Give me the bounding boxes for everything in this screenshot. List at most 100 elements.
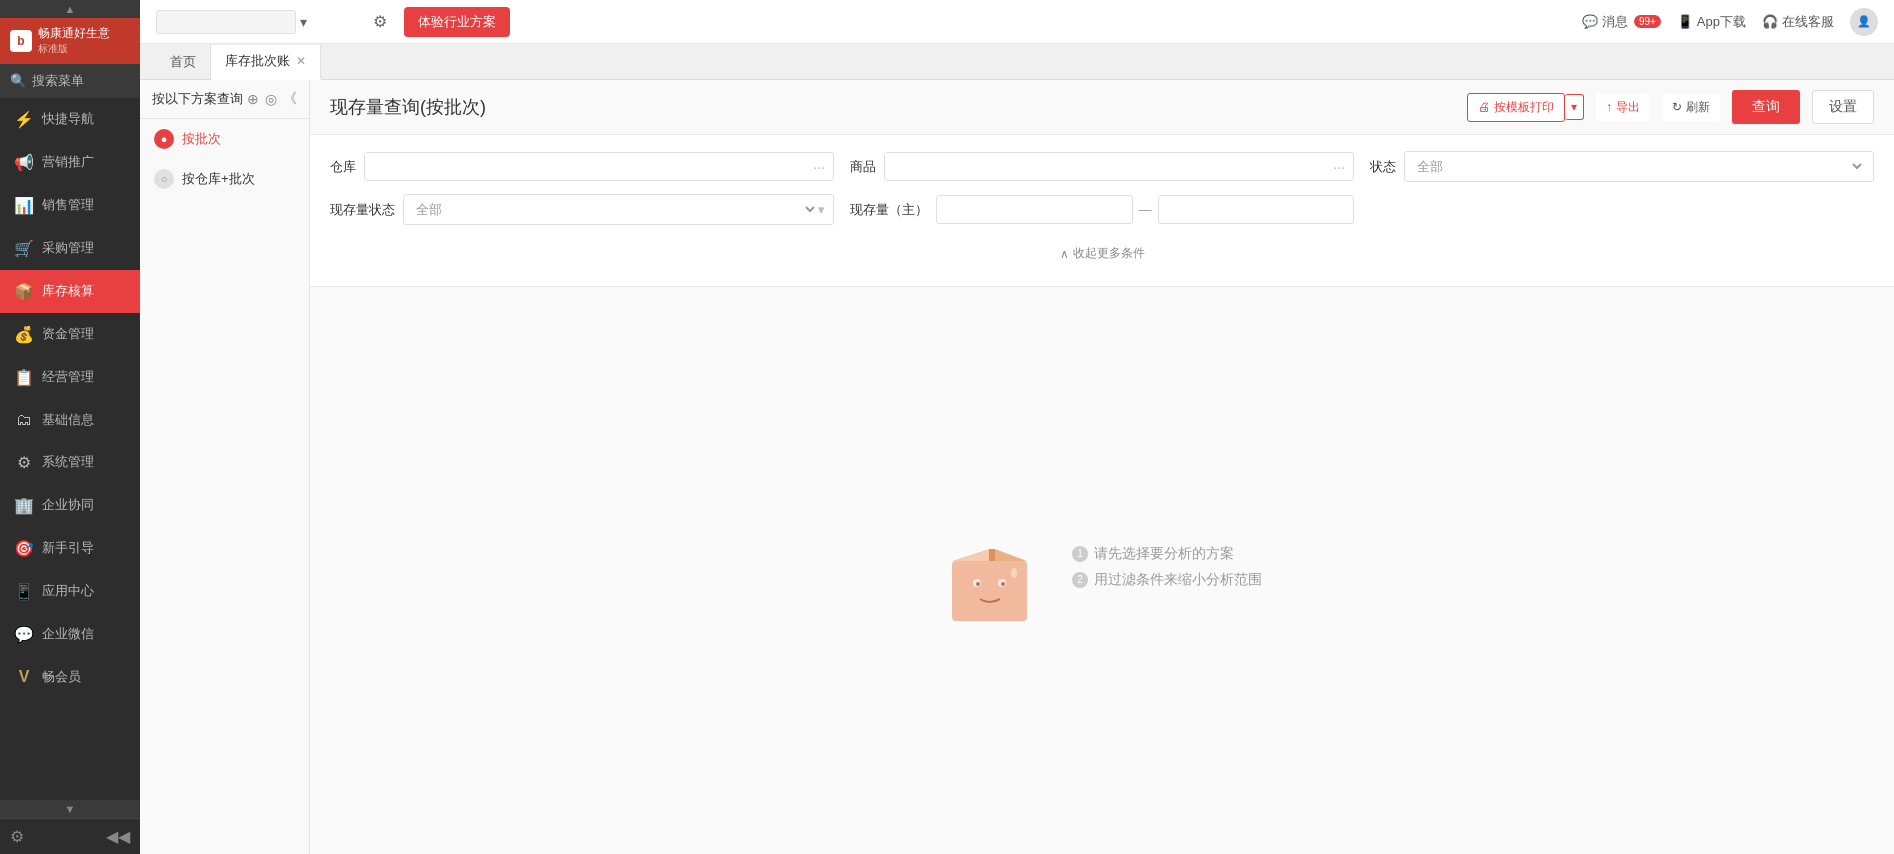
sidebar-label-system: 系统管理 bbox=[42, 453, 94, 471]
sidebar-item-enterprise[interactable]: 🏢 企业协同 bbox=[0, 484, 140, 527]
sidebar-item-finance[interactable]: 💰 资金管理 bbox=[0, 313, 140, 356]
quantity-from-input[interactable] bbox=[936, 195, 1133, 224]
svg-rect-3 bbox=[989, 549, 995, 561]
app-download-action[interactable]: 📱 App下载 bbox=[1677, 13, 1746, 31]
tab-close-btn[interactable]: ✕ bbox=[296, 55, 306, 67]
scheme-by-batch-label: 按批次 bbox=[182, 130, 221, 148]
marketing-icon: 📢 bbox=[14, 153, 34, 172]
topbar-search-input[interactable] bbox=[156, 10, 296, 34]
status-label: 状态 bbox=[1370, 158, 1396, 176]
sidebar-label-vip: 畅会员 bbox=[42, 668, 81, 686]
filter-panel-header: 按以下方案查询 ⊕ ◎ 《 bbox=[140, 80, 309, 119]
quick-nav-icon: ⚡ bbox=[14, 110, 34, 129]
settings-gear-icon[interactable]: ⚙ bbox=[10, 827, 24, 846]
add-scheme-icon[interactable]: ⊕ bbox=[247, 91, 259, 107]
sidebar-label-new-guide: 新手引导 bbox=[42, 539, 94, 557]
warehouse-input[interactable] bbox=[365, 153, 805, 180]
product-input[interactable] bbox=[885, 153, 1325, 180]
sidebar-item-app-center[interactable]: 📱 应用中心 bbox=[0, 570, 140, 613]
sidebar-scroll-down[interactable]: ▼ bbox=[0, 800, 140, 818]
phone-icon: 📱 bbox=[1677, 14, 1693, 29]
sidebar-item-system[interactable]: ⚙ 系统管理 bbox=[0, 441, 140, 484]
messages-label: 消息 bbox=[1602, 13, 1628, 31]
page-header: 现存量查询(按批次) 🖨 按模板打印 ▾ ↑ 导出 ↻ bbox=[310, 80, 1894, 135]
industry-btn[interactable]: 体验行业方案 bbox=[404, 7, 510, 37]
filter-quantity-field: 现存量（主） — bbox=[850, 195, 1354, 224]
settings-btn[interactable]: 设置 bbox=[1812, 90, 1874, 124]
operations-icon: 📋 bbox=[14, 368, 34, 387]
svg-marker-1 bbox=[952, 549, 989, 561]
status-select-wrapper: 全部 正常 停用 bbox=[1404, 151, 1874, 182]
dropdown-icon: ▾ bbox=[818, 202, 825, 217]
empty-state: 1 请先选择要分析的方案 2 用过滤条件来缩小分析范围 bbox=[310, 287, 1894, 854]
tab-inventory-batch-label: 库存批次账 bbox=[225, 52, 290, 70]
topbar-settings-btn[interactable]: ⚙ bbox=[366, 8, 394, 36]
print-btn[interactable]: 🖨 按模板打印 bbox=[1467, 93, 1565, 122]
print-dropdown-btn[interactable]: ▾ bbox=[1565, 94, 1584, 120]
sidebar-label-enterprise: 企业协同 bbox=[42, 496, 94, 514]
new-guide-icon: 🎯 bbox=[14, 539, 34, 558]
main-area: ▾ ⚙ 体验行业方案 💬 消息 99+ 📱 App下载 🎧 在线客服 👤 bbox=[140, 0, 1894, 854]
search-label: 搜索菜单 bbox=[32, 72, 84, 90]
scheme-by-warehouse-batch[interactable]: ○ 按仓库+批次 bbox=[140, 159, 309, 199]
sidebar-item-enterprise-wechat[interactable]: 💬 企业微信 bbox=[0, 613, 140, 656]
basic-info-icon: 🗂 bbox=[14, 411, 34, 429]
sidebar-label-inventory: 库存核算 bbox=[42, 282, 94, 300]
messages-action[interactable]: 💬 消息 99+ bbox=[1582, 13, 1661, 31]
sales-icon: 📊 bbox=[14, 196, 34, 215]
svg-marker-2 bbox=[995, 549, 1027, 561]
warehouse-input-wrapper: ··· bbox=[364, 152, 834, 181]
sidebar-item-inventory[interactable]: 📦 库存核算 bbox=[0, 270, 140, 313]
refresh-btn[interactable]: ↻ 刷新 bbox=[1662, 94, 1720, 121]
tab-home[interactable]: 首页 bbox=[156, 44, 211, 79]
sidebar-label-operations: 经营管理 bbox=[42, 368, 94, 386]
topbar: ▾ ⚙ 体验行业方案 💬 消息 99+ 📱 App下载 🎧 在线客服 👤 bbox=[140, 0, 1894, 44]
filter-form: 仓库 ··· 商品 ··· 状态 bbox=[310, 135, 1894, 287]
scheme-by-batch[interactable]: ● 按批次 bbox=[140, 119, 309, 159]
product-more-icon[interactable]: ··· bbox=[1325, 159, 1353, 175]
sidebar-item-quick-nav[interactable]: ⚡ 快捷导航 bbox=[0, 98, 140, 141]
tip-1: 1 请先选择要分析的方案 bbox=[1072, 545, 1262, 563]
online-service-action[interactable]: 🎧 在线客服 bbox=[1762, 13, 1834, 31]
filter-product-field: 商品 ··· bbox=[850, 152, 1354, 181]
sidebar-item-basic-info[interactable]: 🗂 基础信息 bbox=[0, 399, 140, 441]
sidebar-label-marketing: 营销推广 bbox=[42, 153, 94, 171]
sidebar-item-operations[interactable]: 📋 经营管理 bbox=[0, 356, 140, 399]
status-select[interactable]: 全部 正常 停用 bbox=[1413, 158, 1865, 175]
warehouse-label: 仓库 bbox=[330, 158, 356, 176]
scheme-settings-icon[interactable]: ◎ bbox=[265, 91, 277, 107]
topbar-actions: 💬 消息 99+ 📱 App下载 🎧 在线客服 👤 bbox=[1582, 8, 1878, 36]
messages-badge: 99+ bbox=[1634, 15, 1661, 28]
sidebar-item-new-guide[interactable]: 🎯 新手引导 bbox=[0, 527, 140, 570]
sidebar-bottom: ⚙ ◀◀ bbox=[0, 818, 140, 854]
warehouse-more-icon[interactable]: ··· bbox=[805, 159, 833, 175]
topbar-dropdown-btn[interactable]: ▾ bbox=[300, 14, 307, 30]
inventory-status-label: 现存量状态 bbox=[330, 201, 395, 219]
collapse-row[interactable]: ∧ 收起更多条件 bbox=[330, 237, 1874, 270]
sidebar-label-sales: 销售管理 bbox=[42, 196, 94, 214]
empty-illustration bbox=[942, 521, 1042, 621]
sidebar-item-purchase[interactable]: 🛒 采购管理 bbox=[0, 227, 140, 270]
export-btn[interactable]: ↑ 导出 bbox=[1596, 94, 1650, 121]
sidebar-item-vip[interactable]: V 畅会员 bbox=[0, 656, 140, 698]
collapse-sidebar-icon[interactable]: ◀◀ bbox=[106, 827, 130, 846]
sidebar-scroll-up[interactable]: ▲ bbox=[0, 0, 140, 18]
enterprise-wechat-icon: 💬 bbox=[14, 625, 34, 644]
collapse-panel-icon[interactable]: 《 bbox=[283, 90, 297, 108]
filter-inventory-status-field: 现存量状态 全部 ▾ bbox=[330, 194, 834, 225]
empty-tips: 1 请先选择要分析的方案 2 用过滤条件来缩小分析范围 bbox=[1072, 545, 1262, 597]
svg-point-8 bbox=[1011, 568, 1017, 578]
tip-1-num: 1 bbox=[1072, 546, 1088, 562]
sidebar-item-marketing[interactable]: 📢 营销推广 bbox=[0, 141, 140, 184]
headset-icon: 🎧 bbox=[1762, 14, 1778, 29]
page-title: 现存量查询(按批次) bbox=[330, 95, 486, 119]
filter-panel-actions: ⊕ ◎ 《 bbox=[247, 90, 297, 108]
user-avatar[interactable]: 👤 bbox=[1850, 8, 1878, 36]
sidebar-search[interactable]: 🔍 搜索菜单 bbox=[0, 64, 140, 98]
tab-inventory-batch[interactable]: 库存批次账 ✕ bbox=[211, 45, 321, 80]
inventory-status-wrapper: 全部 ▾ bbox=[403, 194, 834, 225]
quantity-to-input[interactable] bbox=[1158, 195, 1355, 224]
inventory-status-select[interactable]: 全部 bbox=[412, 201, 818, 218]
query-btn[interactable]: 查询 bbox=[1732, 90, 1800, 124]
sidebar-item-sales[interactable]: 📊 销售管理 bbox=[0, 184, 140, 227]
